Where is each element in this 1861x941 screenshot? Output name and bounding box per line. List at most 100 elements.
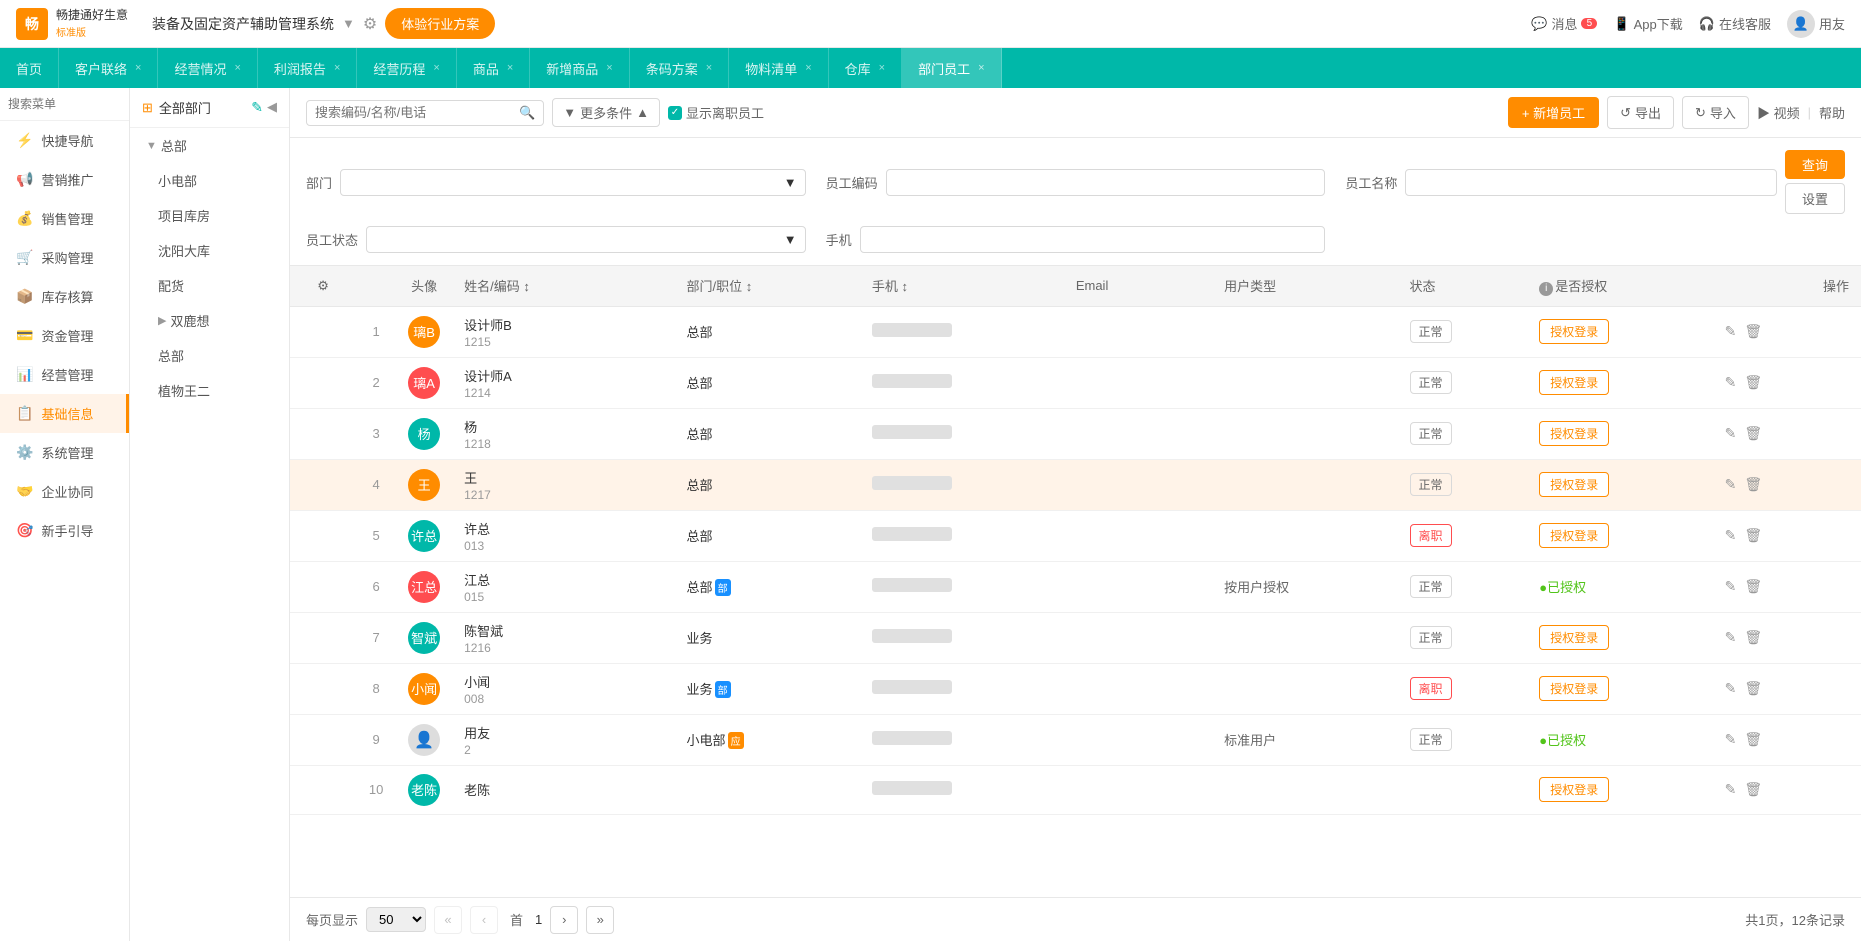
filter-empname-input[interactable] bbox=[1405, 169, 1777, 196]
auth-button[interactable]: 授权登录 bbox=[1539, 676, 1609, 701]
set-button[interactable]: 设置 bbox=[1785, 183, 1845, 214]
close-icon[interactable]: × bbox=[135, 62, 141, 74]
edit-icon[interactable]: ✎ bbox=[1725, 476, 1737, 493]
tab-barcode[interactable]: 条码方案 × bbox=[630, 48, 729, 88]
last-page-button[interactable]: » bbox=[586, 906, 614, 934]
delete-icon[interactable]: 🗑 bbox=[1744, 374, 1762, 391]
edit-icon[interactable]: ✎ bbox=[1725, 374, 1737, 391]
auth-button[interactable]: 授权登录 bbox=[1539, 523, 1609, 548]
export-button[interactable]: ↺ 导出 bbox=[1607, 96, 1674, 129]
close-icon[interactable]: × bbox=[334, 62, 340, 74]
filter-phone-input[interactable] bbox=[860, 226, 1326, 253]
sidebar-item-inventory[interactable]: 📦 库存核算 bbox=[0, 277, 129, 316]
sidebar-search-input[interactable] bbox=[8, 97, 130, 111]
tab-profit[interactable]: 利润报告 × bbox=[258, 48, 357, 88]
auth-button[interactable]: 授权登录 bbox=[1539, 625, 1609, 650]
dept-tree-project[interactable]: 项目库房 bbox=[130, 198, 289, 233]
view-button[interactable]: ▶ 视频 bbox=[1757, 103, 1800, 122]
tab-customer[interactable]: 客户联络 × bbox=[59, 48, 158, 88]
show-resigned-toggle[interactable]: ✓ 显示离职员工 bbox=[668, 103, 764, 122]
search-input[interactable] bbox=[315, 105, 515, 120]
help-button[interactable]: 帮助 bbox=[1819, 103, 1845, 122]
query-button[interactable]: 查询 bbox=[1785, 150, 1845, 179]
delete-icon[interactable]: 🗑 bbox=[1744, 527, 1762, 544]
delete-icon[interactable]: 🗑 bbox=[1744, 578, 1762, 595]
prev-page-button[interactable]: ‹ bbox=[470, 906, 498, 934]
trial-button[interactable]: 体验行业方案 bbox=[385, 8, 495, 39]
col-settings[interactable]: ⚙ bbox=[290, 266, 356, 306]
tab-home[interactable]: 首页 bbox=[0, 48, 59, 88]
edit-icon[interactable]: ✎ bbox=[1725, 629, 1737, 646]
edit-icon[interactable]: ✎ bbox=[1725, 527, 1737, 544]
sidebar-item-marketing[interactable]: 📢 营销推广 bbox=[0, 160, 129, 199]
auth-button[interactable]: 授权登录 bbox=[1539, 421, 1609, 446]
dept-tree-zongbu-root[interactable]: ▼ 总部 bbox=[130, 128, 289, 163]
import-button[interactable]: ↻ 导入 bbox=[1682, 96, 1749, 129]
edit-icon[interactable]: ✎ bbox=[1725, 425, 1737, 442]
close-icon[interactable]: × bbox=[507, 62, 513, 74]
user-avatar[interactable]: 👤 用友 bbox=[1787, 10, 1845, 38]
col-name[interactable]: 姓名/编码 ↕ bbox=[452, 266, 674, 306]
dept-tree-zongbu[interactable]: 总部 bbox=[130, 338, 289, 373]
dropdown-arrow-icon[interactable]: ▼ bbox=[342, 16, 355, 31]
app-download-button[interactable]: 📱 App下载 bbox=[1613, 14, 1682, 33]
sidebar-item-purchase[interactable]: 🛒 采购管理 bbox=[0, 238, 129, 277]
dept-collapse-btn[interactable]: ◀ bbox=[267, 99, 277, 116]
sidebar-item-guide[interactable]: 🎯 新手引导 bbox=[0, 511, 129, 550]
edit-icon[interactable]: ✎ bbox=[1725, 781, 1737, 798]
tab-process[interactable]: 经营历程 × bbox=[357, 48, 456, 88]
edit-icon[interactable]: ✎ bbox=[1725, 680, 1737, 697]
sidebar-item-finance[interactable]: 💳 资金管理 bbox=[0, 316, 129, 355]
delete-icon[interactable]: 🗑 bbox=[1744, 476, 1762, 493]
close-icon[interactable]: × bbox=[606, 62, 612, 74]
sidebar-item-collab[interactable]: 🤝 企业协同 bbox=[0, 472, 129, 511]
delete-icon[interactable]: 🗑 bbox=[1744, 323, 1762, 340]
sidebar-item-quick[interactable]: ⚡ 快捷导航 bbox=[0, 121, 129, 160]
more-filter-button[interactable]: ▼ 更多条件 ▲ bbox=[552, 98, 660, 127]
edit-icon[interactable]: ✎ bbox=[1725, 323, 1737, 340]
tab-goods[interactable]: 商品 × bbox=[457, 48, 530, 88]
delete-icon[interactable]: 🗑 bbox=[1744, 781, 1762, 798]
settings-icon[interactable]: ⚙ bbox=[363, 14, 377, 34]
tab-economy[interactable]: 经营情况 × bbox=[158, 48, 257, 88]
tab-new-goods[interactable]: 新增商品 × bbox=[530, 48, 629, 88]
sidebar-item-operation[interactable]: 📊 经营管理 bbox=[0, 355, 129, 394]
dept-tree-peihuo[interactable]: 配货 bbox=[130, 268, 289, 303]
message-button[interactable]: 💬 消息 5 bbox=[1531, 14, 1597, 33]
close-icon[interactable]: × bbox=[879, 62, 885, 74]
add-employee-button[interactable]: + 新增员工 bbox=[1508, 97, 1599, 128]
sidebar-item-basic[interactable]: 📋 基础信息 bbox=[0, 394, 129, 433]
tab-materials[interactable]: 物料清单 × bbox=[729, 48, 828, 88]
dept-tree-xiaodian[interactable]: 小电部 bbox=[130, 163, 289, 198]
col-phone[interactable]: 手机 ↕ bbox=[860, 266, 1064, 306]
delete-icon[interactable]: 🗑 bbox=[1744, 629, 1762, 646]
first-page-button[interactable]: « bbox=[434, 906, 462, 934]
next-page-button[interactable]: › bbox=[550, 906, 578, 934]
sidebar-item-sales[interactable]: 💰 销售管理 bbox=[0, 199, 129, 238]
sidebar-item-system[interactable]: ⚙️ 系统管理 bbox=[0, 433, 129, 472]
col-dept[interactable]: 部门/职位 ↕ bbox=[675, 266, 860, 306]
close-icon[interactable]: × bbox=[234, 62, 240, 74]
auth-button[interactable]: 授权登录 bbox=[1539, 319, 1609, 344]
close-icon[interactable]: × bbox=[805, 62, 811, 74]
delete-icon[interactable]: 🗑 bbox=[1744, 425, 1762, 442]
tab-department[interactable]: 部门员工 × bbox=[902, 48, 1001, 88]
dept-edit-icon[interactable]: ✎ bbox=[251, 99, 263, 116]
dept-tree-shenyang[interactable]: 沈阳大库 bbox=[130, 233, 289, 268]
delete-icon[interactable]: 🗑 bbox=[1744, 731, 1762, 748]
auth-button[interactable]: 授权登录 bbox=[1539, 472, 1609, 497]
dept-tree-shuangye[interactable]: ▶ 双鹿想 bbox=[130, 303, 289, 338]
auth-button[interactable]: 授权登录 bbox=[1539, 370, 1609, 395]
filter-empcode-input[interactable] bbox=[886, 169, 1326, 196]
tab-warehouse[interactable]: 仓库 × bbox=[829, 48, 902, 88]
edit-icon[interactable]: ✎ bbox=[1725, 731, 1737, 748]
page-size-select[interactable]: 50 20 100 bbox=[366, 907, 426, 932]
filter-dept-select[interactable]: ▼ bbox=[340, 169, 806, 196]
edit-icon[interactable]: ✎ bbox=[1725, 578, 1737, 595]
filter-status-select[interactable]: ▼ bbox=[366, 226, 806, 253]
online-service-button[interactable]: 🎧 在线客服 bbox=[1699, 14, 1771, 33]
auth-button[interactable]: 授权登录 bbox=[1539, 777, 1609, 802]
close-icon[interactable]: × bbox=[706, 62, 712, 74]
dept-tree-zhuwang[interactable]: 植物王二 bbox=[130, 373, 289, 408]
close-icon[interactable]: × bbox=[978, 62, 984, 74]
